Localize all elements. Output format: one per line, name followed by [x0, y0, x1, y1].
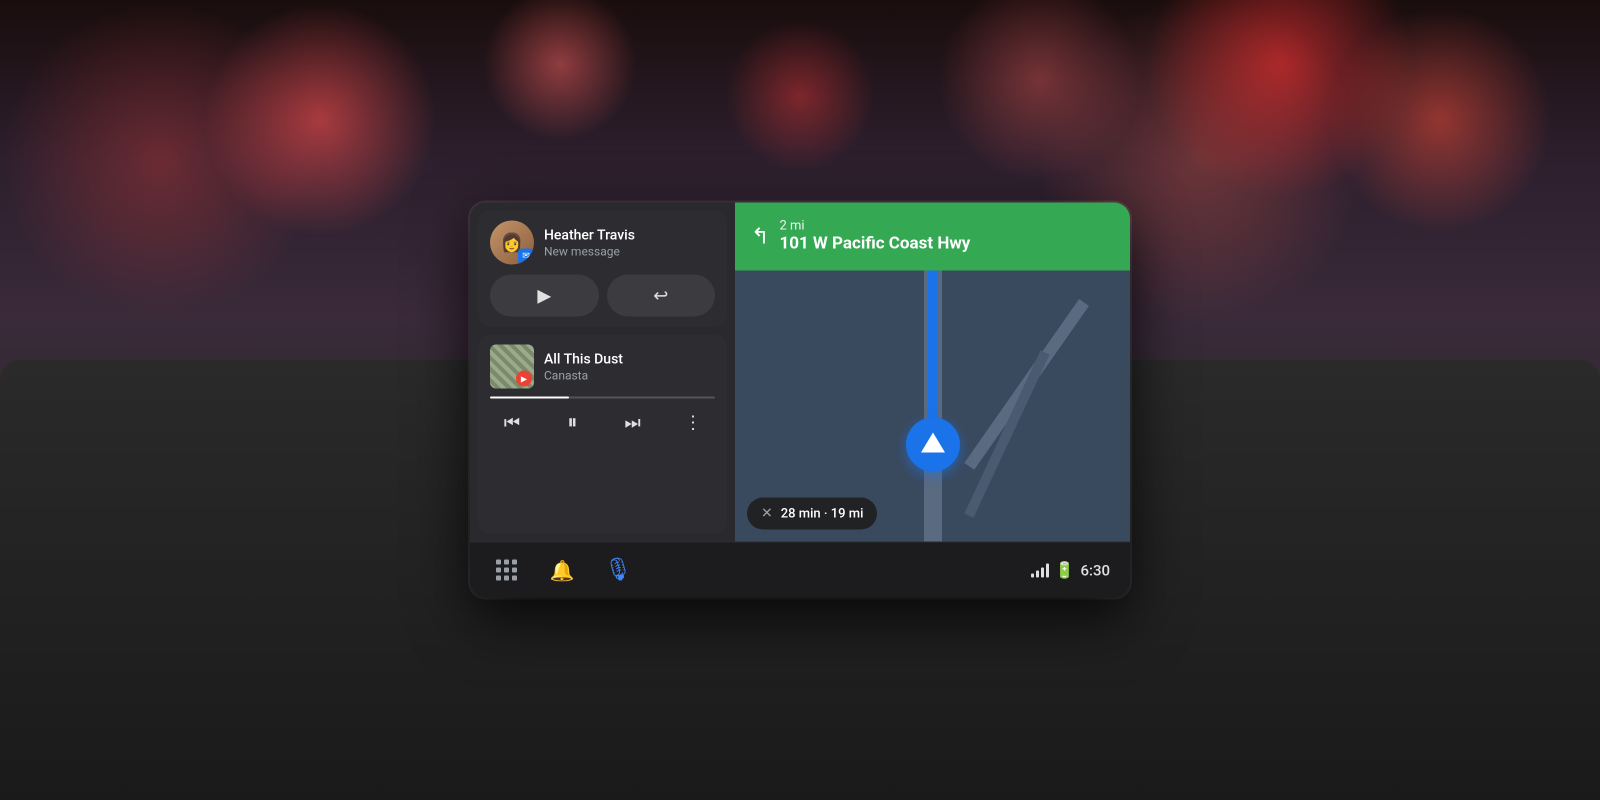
notification-header: 👩 ✉ Heather Travis New message [490, 221, 715, 265]
apps-button[interactable] [490, 554, 522, 586]
message-app-badge: ✉ [518, 249, 534, 265]
grid-dot [496, 560, 501, 565]
progress-fill [490, 397, 569, 399]
grid-dot [504, 568, 509, 573]
notifications-button[interactable]: 🔔 [546, 554, 578, 586]
direction-banner: ↰ 2 mi 101 W Pacific Coast Hwy [735, 203, 1130, 271]
skip-forward-icon: ⏭ [625, 412, 641, 433]
direction-info: 2 mi 101 W Pacific Coast Hwy [779, 219, 1114, 254]
play-icon: ▶ [537, 285, 551, 306]
grid-dot [496, 568, 501, 573]
notification-subtitle: New message [544, 245, 715, 259]
grid-dot [504, 576, 509, 581]
navigation-arrow [906, 418, 960, 472]
bottom-bar: 🔔 🎙 🔋 6:30 [470, 542, 1130, 598]
status-bar: 🔋 6:30 [1031, 561, 1110, 580]
grid-icon [496, 560, 517, 581]
music-app-badge: ▶ [516, 371, 532, 387]
album-art: ▶ [490, 345, 534, 389]
microphone-button[interactable]: 🎙 [602, 554, 634, 586]
turn-icon: ↰ [751, 224, 769, 249]
clock: 6:30 [1080, 561, 1110, 579]
song-title: All This Dust [544, 350, 715, 368]
signal-bar-4 [1046, 563, 1049, 577]
screen-top: 👩 ✉ Heather Travis New message ▶ ↩ [470, 203, 1130, 542]
arrow-icon [921, 433, 945, 453]
signal-bar-2 [1036, 570, 1039, 577]
reply-icon: ↩ [653, 285, 668, 306]
skip-back-icon: ⏮ [504, 412, 520, 433]
grid-dot [496, 576, 501, 581]
grid-dot [512, 568, 517, 573]
bell-icon: 🔔 [550, 558, 575, 582]
notification-buttons: ▶ ↩ [490, 275, 715, 317]
music-info: All This Dust Canasta [544, 350, 715, 382]
music-controls: ⏮ ⏸ ⏭ ⋮ [490, 405, 715, 441]
android-auto-screen: 👩 ✉ Heather Travis New message ▶ ↩ [470, 203, 1130, 598]
bottom-nav: 🔔 🎙 [490, 554, 1031, 586]
music-header: ▶ All This Dust Canasta [490, 345, 715, 389]
previous-button[interactable]: ⏮ [494, 405, 530, 441]
notification-card: 👩 ✉ Heather Travis New message ▶ ↩ [478, 211, 727, 327]
grid-dot [504, 560, 509, 565]
more-options-button[interactable]: ⋮ [675, 405, 711, 441]
map-section[interactable]: ↰ 2 mi 101 W Pacific Coast Hwy ✕ 28 min … [735, 203, 1130, 542]
progress-bar[interactable] [490, 397, 715, 399]
direction-street: 101 W Pacific Coast Hwy [779, 234, 1114, 254]
grid-dot [512, 560, 517, 565]
signal-strength-icon [1031, 563, 1049, 577]
close-navigation-button[interactable]: ✕ [761, 506, 773, 522]
eta-text: 28 min · 19 mi [781, 506, 864, 521]
grid-dot [512, 576, 517, 581]
signal-bar-1 [1031, 573, 1034, 577]
mic-icon: 🎙 [604, 558, 632, 583]
eta-bar: ✕ 28 min · 19 mi [747, 498, 877, 530]
left-panel: 👩 ✉ Heather Travis New message ▶ ↩ [470, 203, 735, 542]
avatar: 👩 ✉ [490, 221, 534, 265]
signal-bar-3 [1041, 567, 1044, 577]
pause-icon: ⏸ [567, 411, 577, 434]
more-icon: ⋮ [684, 412, 702, 433]
battery-icon: 🔋 [1055, 561, 1075, 580]
direction-distance: 2 mi [779, 219, 1114, 234]
music-card: ▶ All This Dust Canasta ⏮ ⏸ [478, 335, 727, 534]
pause-button[interactable]: ⏸ [554, 405, 590, 441]
play-message-button[interactable]: ▶ [490, 275, 599, 317]
notification-text: Heather Travis New message [544, 226, 715, 258]
song-artist: Canasta [544, 369, 715, 383]
sender-name: Heather Travis [544, 226, 715, 244]
reply-button[interactable]: ↩ [607, 275, 716, 317]
next-button[interactable]: ⏭ [615, 405, 651, 441]
